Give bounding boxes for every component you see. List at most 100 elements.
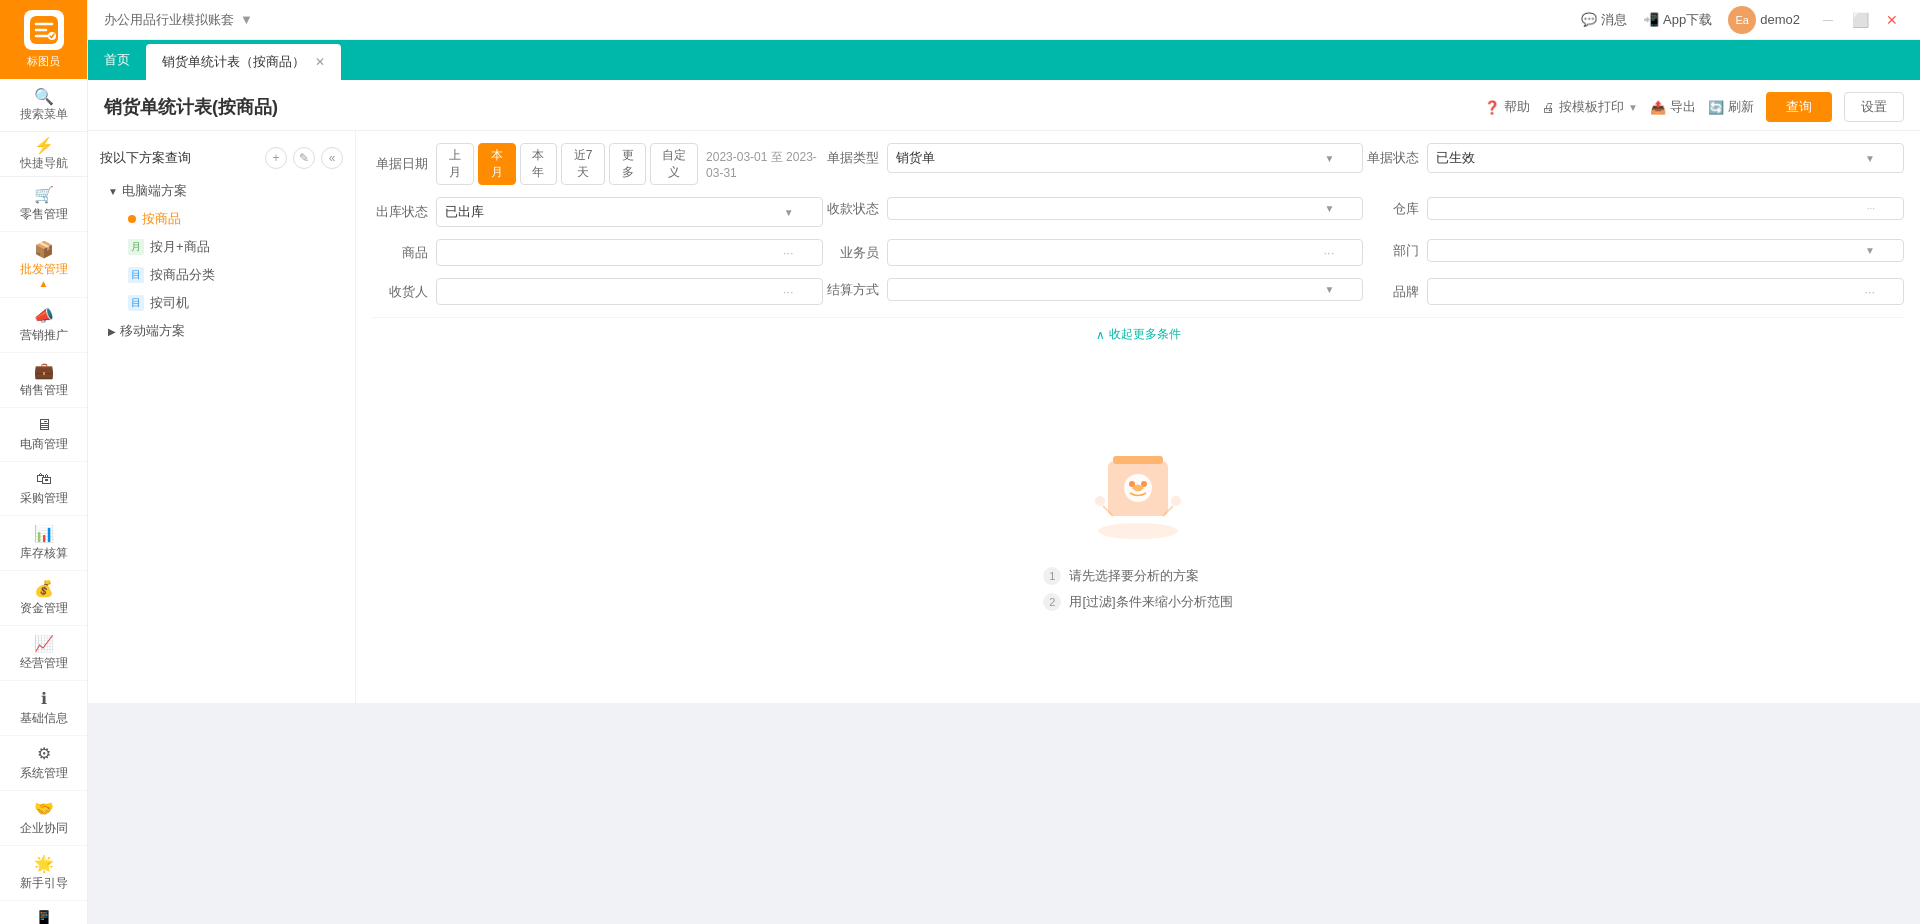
help-btn[interactable]: ❓ 帮助 (1484, 98, 1530, 116)
page-header-actions: ❓ 帮助 🖨 按模板打印 ▼ 📤 导出 🔄 刷新 (1484, 92, 1904, 122)
sidebar-item-inventory-label: 库存核算 (20, 545, 68, 562)
collapse-btn[interactable]: ∧ 收起更多条件 (1096, 326, 1181, 343)
date-last-month[interactable]: 上月 (436, 143, 474, 185)
user-profile[interactable]: Ea demo2 (1728, 6, 1800, 34)
right-panel: 单据日期 上月 本月 本年 近7天 更多 自定义 2023-03-01 至 20… (356, 131, 1920, 703)
tree-item-by-category[interactable]: 目 按商品分类 (116, 261, 355, 289)
sidebar-item-purchase-label: 采购管理 (20, 490, 68, 507)
close-btn[interactable]: ✕ (1880, 8, 1904, 32)
sidebar-item-operations[interactable]: 📈 经营管理 (0, 626, 87, 681)
salesperson-select[interactable]: ··· (887, 239, 1364, 266)
message-icon: 💬 (1581, 12, 1597, 27)
message-btn[interactable]: 💬 消息 (1581, 11, 1627, 29)
doc-status-dropdown: 已生效 ▼ (1427, 143, 1904, 173)
date-custom[interactable]: 自定义 (650, 143, 698, 185)
warehouse-value: 已出库 (445, 203, 484, 221)
date-more[interactable]: 更多 (609, 143, 647, 185)
recipient-select[interactable]: ··· (436, 278, 823, 305)
collapse-panel-btn[interactable]: « (321, 147, 343, 169)
empty-illustration (1078, 431, 1198, 551)
tree-item-by-product-label: 按商品 (142, 210, 181, 228)
tree-mobile-expand-icon: ▶ (108, 326, 116, 337)
date-last-7days[interactable]: 近7天 (561, 143, 604, 185)
sidebar-item-sales[interactable]: 💼 销售管理 (0, 353, 87, 408)
sidebar-search[interactable]: 🔍 搜索菜单 (0, 79, 87, 132)
receipt-status-select[interactable]: ▼ (887, 197, 1364, 220)
product-select[interactable]: ··· (436, 239, 823, 266)
date-this-year[interactable]: 本年 (520, 143, 558, 185)
sidebar-item-retail[interactable]: 🛒 零售管理 (0, 177, 87, 232)
date-this-month[interactable]: 本月 (478, 143, 516, 185)
app-download-label: App下载 (1663, 11, 1712, 29)
app-download-btn[interactable]: 📲 App下载 (1643, 11, 1712, 29)
sidebar-item-system[interactable]: ⚙ 系统管理 (0, 736, 87, 791)
header-left: 办公用品行业模拟账套 ▼ (104, 11, 253, 29)
sidebar-item-system-label: 系统管理 (20, 765, 68, 782)
department-label: 部门 (1363, 242, 1419, 260)
sidebar-item-apps[interactable]: 📱 应用中心 (0, 901, 87, 924)
date-range-text: 2023-03-01 至 2023-03-31 (706, 149, 823, 180)
sidebar: 标图员 🔍 搜索菜单 ⚡ 快捷导航 🛒 零售管理 📦 批发管理 ▲ 📣 营销推广… (0, 0, 88, 924)
product-dots: ··· (783, 245, 794, 260)
dropdown-icon[interactable]: ▼ (240, 12, 253, 27)
tree-mobile-parent[interactable]: ▶ 移动端方案 (96, 317, 355, 345)
user-name: demo2 (1760, 12, 1800, 27)
tree-item-by-printer[interactable]: 目 按司机 (116, 289, 355, 317)
brand-select[interactable]: ··· (1427, 278, 1904, 305)
sidebar-item-inventory[interactable]: 📊 库存核算 (0, 516, 87, 571)
query-button[interactable]: 查询 (1766, 92, 1832, 122)
sidebar-item-enterprise[interactable]: 🤝 企业协同 (0, 791, 87, 846)
sidebar-item-guide[interactable]: 🌟 新手引导 (0, 846, 87, 901)
svg-point-7 (1141, 481, 1147, 487)
add-scheme-btn[interactable]: + (265, 147, 287, 169)
tab-home[interactable]: 首页 (88, 40, 146, 80)
header-right: 💬 消息 📲 App下载 Ea demo2 ─ ⬜ ✕ (1581, 6, 1904, 34)
sidebar-item-basic-label: 基础信息 (20, 710, 68, 727)
filter-receipt-status: 收款状态 ▼ (823, 197, 1364, 220)
sidebar-item-marketing[interactable]: 📣 营销推广 (0, 298, 87, 353)
brand-dots: ··· (1864, 284, 1875, 299)
doc-type-select[interactable]: 销货单 ▼ (887, 143, 1364, 173)
sidebar-quick-nav[interactable]: ⚡ 快捷导航 (0, 132, 87, 177)
department-select[interactable]: ▼ (1427, 239, 1904, 262)
tab-close-icon[interactable]: ✕ (315, 55, 325, 69)
tree-item-by-month-product[interactable]: 月 按月+商品 (116, 233, 355, 261)
tab-sales-stats[interactable]: 销货单统计表（按商品） ✕ (146, 44, 341, 80)
export-btn[interactable]: 📤 导出 (1650, 98, 1696, 116)
doc-type-dropdown: 销货单 ▼ (887, 143, 1364, 173)
filter-product: 商品 ··· (372, 239, 823, 266)
sidebar-item-finance[interactable]: 💰 资金管理 (0, 571, 87, 626)
setting-button[interactable]: 设置 (1844, 92, 1904, 122)
edit-scheme-btn[interactable]: ✎ (293, 147, 315, 169)
recipient-label: 收货人 (372, 283, 428, 301)
filter-depot: 仓库 ··· (1363, 197, 1904, 220)
print-dropdown-icon[interactable]: ▼ (1628, 102, 1638, 113)
depot-select[interactable]: ··· (1427, 197, 1904, 220)
refresh-icon: 🔄 (1708, 100, 1724, 115)
sidebar-item-sales-label: 销售管理 (20, 382, 68, 399)
print-label: 按模板打印 (1559, 98, 1624, 116)
minimize-btn[interactable]: ─ (1816, 8, 1840, 32)
print-btn[interactable]: 🖨 按模板打印 ▼ (1542, 98, 1638, 116)
product-dropdown: ··· (436, 239, 823, 266)
collapse-label: 收起更多条件 (1109, 326, 1181, 343)
settlement-select[interactable]: ▼ (887, 278, 1364, 301)
maximize-btn[interactable]: ⬜ (1848, 8, 1872, 32)
sidebar-item-basic[interactable]: ℹ 基础信息 (0, 681, 87, 736)
tree-pc-parent[interactable]: ▼ 电脑端方案 (96, 177, 355, 205)
collapse-up-icon: ∧ (1096, 328, 1105, 342)
tree-item-by-product[interactable]: 按商品 (116, 205, 355, 233)
warehouse-select[interactable]: 已出库 ▼ (436, 197, 823, 227)
sidebar-item-wholesale[interactable]: 📦 批发管理 ▲ (0, 232, 87, 298)
add-icon: + (272, 151, 279, 165)
doc-status-select[interactable]: 已生效 ▼ (1427, 143, 1904, 173)
refresh-btn[interactable]: 🔄 刷新 (1708, 98, 1754, 116)
step-2-text: 用[过滤]条件来缩小分析范围 (1069, 593, 1232, 611)
receipt-status-dropdown: ▼ (887, 197, 1364, 220)
sidebar-item-purchase[interactable]: 🛍 采购管理 (0, 462, 87, 516)
svg-point-8 (1095, 496, 1105, 506)
filter-date: 单据日期 上月 本月 本年 近7天 更多 自定义 2023-03-01 至 20… (372, 143, 823, 185)
tree-mobile-label: 移动端方案 (120, 322, 185, 340)
sidebar-item-ecommerce[interactable]: 🖥 电商管理 (0, 408, 87, 462)
nav-label: 快捷导航 (20, 155, 68, 172)
